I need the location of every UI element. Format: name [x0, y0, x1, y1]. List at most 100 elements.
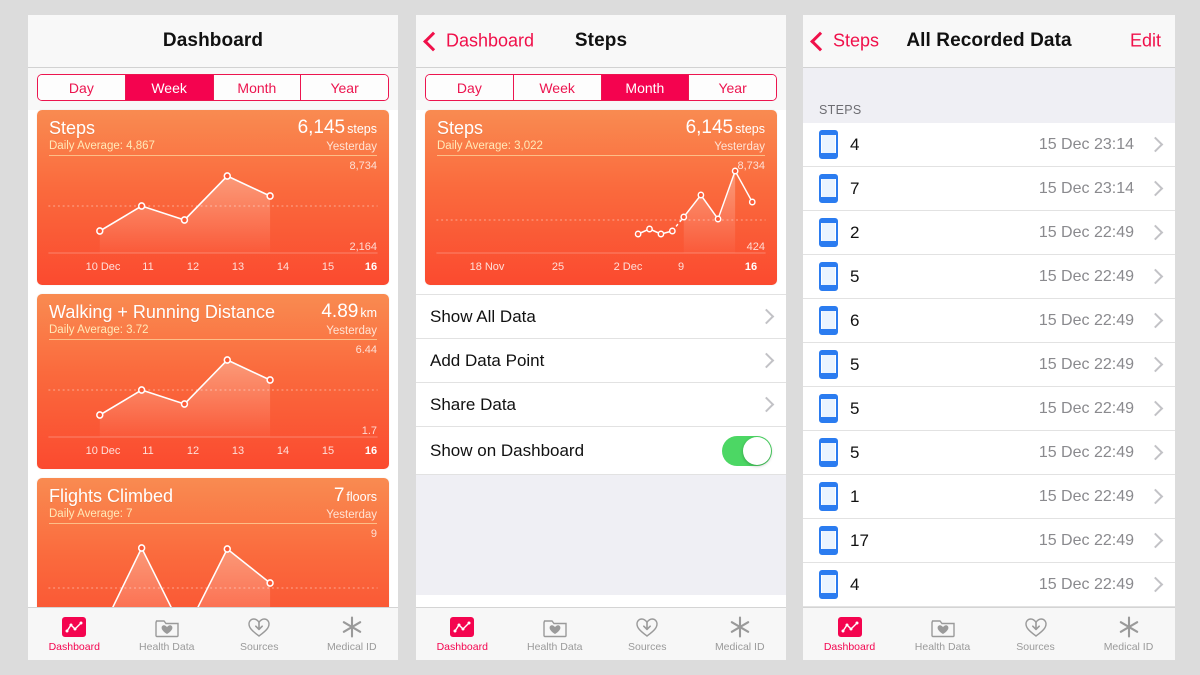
navigation-bar: Dashboard [28, 15, 398, 68]
card-walking-running-distance[interactable]: Walking + Running Distance Daily Average… [37, 294, 389, 469]
tab-sources[interactable]: Sources [989, 608, 1082, 660]
xtick-5: 15 [321, 445, 335, 457]
tab-health-data[interactable]: Health Data [896, 608, 989, 660]
card-when: Yesterday [714, 141, 765, 153]
card-summary: 4.89 km Yesterday [321, 302, 377, 339]
row-timestamp: 15 Dec 22:49 [1038, 267, 1134, 285]
xtick-0: 10 Dec [85, 445, 121, 457]
segment-year[interactable]: Year [689, 75, 776, 100]
chart-x-axis: 10 Dec 11 12 13 14 15 16 [37, 445, 389, 465]
table-row[interactable]: 7 15 Dec 23:14 [803, 167, 1175, 211]
tab-bar[interactable]: Dashboard Health Data Sources Medical ID [803, 607, 1175, 660]
table-row[interactable]: 4 15 Dec 22:49 [803, 563, 1175, 607]
back-button-label: Steps [833, 30, 880, 51]
tab-dashboard[interactable]: Dashboard [803, 608, 896, 660]
tab-dashboard[interactable]: Dashboard [28, 608, 121, 660]
row-share-data[interactable]: Share Data [416, 383, 786, 427]
folder-heart-icon [930, 615, 956, 639]
xtick-1: 11 [142, 445, 154, 457]
table-row[interactable]: 6 15 Dec 22:49 [803, 299, 1175, 343]
segment-day[interactable]: Day [38, 75, 126, 100]
card-divider [49, 523, 377, 524]
tab-bar[interactable]: Dashboard Health Data Sources Medical ID [416, 607, 786, 660]
tab-sources[interactable]: Sources [601, 608, 694, 660]
table-row[interactable]: 5 15 Dec 22:49 [803, 431, 1175, 475]
iphone-icon [819, 526, 838, 555]
xtick-3: 9 [677, 261, 685, 273]
tab-label: Medical ID [714, 641, 765, 653]
empty-area [416, 475, 786, 595]
iphone-icon [819, 174, 838, 203]
range-segmented-control[interactable]: Day Week Month Year [425, 74, 777, 101]
tab-bar[interactable]: Dashboard Health Data Sources Medical ID [28, 607, 398, 660]
card-unit: steps [347, 122, 377, 136]
tab-label: Dashboard [823, 641, 876, 653]
chevron-right-icon [758, 352, 775, 369]
tab-label: Health Data [527, 641, 583, 653]
row-value: 2 [850, 222, 860, 242]
tab-medical-id[interactable]: Medical ID [306, 608, 399, 660]
row-timestamp: 15 Dec 22:49 [1038, 355, 1134, 373]
card-steps-month[interactable]: Steps Daily Average: 3,022 6,145 steps Ye… [425, 110, 777, 285]
tab-health-data[interactable]: Health Data [121, 608, 214, 660]
row-label: Show on Dashboard [430, 440, 585, 460]
table-row[interactable]: 17 15 Dec 22:49 [803, 519, 1175, 563]
row-add-data-point[interactable]: Add Data Point [416, 339, 786, 383]
card-when: Yesterday [326, 509, 377, 521]
chart-ymax-label: 8,734 [349, 160, 377, 172]
star-of-life-icon [1117, 615, 1141, 639]
segment-day[interactable]: Day [426, 75, 514, 100]
xtick-5: 15 [321, 261, 335, 273]
table-row[interactable]: 1 15 Dec 22:49 [803, 475, 1175, 519]
table-row[interactable]: 5 15 Dec 22:49 [803, 387, 1175, 431]
row-show-on-dashboard[interactable]: Show on Dashboard [416, 427, 786, 475]
xtick-6: 16 [364, 261, 378, 273]
table-row[interactable]: 2 15 Dec 22:49 [803, 211, 1175, 255]
row-value: 5 [850, 266, 860, 286]
xtick-4: 14 [276, 261, 290, 273]
tab-medical-id[interactable]: Medical ID [1082, 608, 1175, 660]
iphone-icon [819, 394, 838, 423]
segment-month[interactable]: Month [213, 75, 302, 100]
tab-sources[interactable]: Sources [213, 608, 306, 660]
xtick-1: 11 [142, 261, 154, 273]
table-row[interactable]: 4 15 Dec 23:14 [803, 123, 1175, 167]
table-row[interactable]: 5 15 Dec 22:49 [803, 255, 1175, 299]
back-button[interactable]: Steps [810, 30, 880, 52]
row-timestamp: 15 Dec 22:49 [1038, 575, 1134, 593]
xtick-0: 10 Dec [85, 261, 121, 273]
row-show-all-data[interactable]: Show All Data [416, 294, 786, 339]
row-value: 5 [850, 398, 860, 418]
xtick-2: 2 Dec [613, 261, 643, 273]
tab-medical-id[interactable]: Medical ID [694, 608, 787, 660]
xtick-4: 14 [276, 445, 290, 457]
segment-week[interactable]: Week [125, 75, 214, 100]
chart-ymax-label: 6.44 [355, 344, 377, 356]
card-unit: km [360, 306, 377, 320]
chart-walking-running-week: 6.44 1.7 10 Dec 11 12 13 14 15 16 [37, 342, 389, 469]
edit-button[interactable]: Edit [1130, 31, 1161, 52]
row-label: Add Data Point [430, 350, 545, 370]
tab-dashboard[interactable]: Dashboard [416, 608, 509, 660]
tab-health-data[interactable]: Health Data [509, 608, 602, 660]
screenshot-stage: Dashboard Day Week Month Year Steps Dail… [0, 0, 1200, 675]
iphone-icon [819, 306, 838, 335]
range-segmented-control[interactable]: Day Week Month Year [37, 74, 389, 101]
chart-x-axis: 10 Dec 11 12 13 14 15 16 [37, 261, 389, 281]
phone-screen-steps-detail: Dashboard Steps Day Week Month Year Step… [416, 15, 786, 660]
chevron-left-icon [810, 31, 830, 51]
segment-year[interactable]: Year [301, 75, 388, 100]
page-title: Steps [574, 30, 628, 51]
segment-week[interactable]: Week [513, 75, 602, 100]
show-on-dashboard-toggle[interactable] [722, 435, 772, 466]
card-steps[interactable]: Steps Daily Average: 4,867 6,145 steps Ye… [37, 110, 389, 285]
segment-month[interactable]: Month [601, 75, 690, 100]
chevron-left-icon [423, 31, 443, 51]
chevron-right-icon [1147, 268, 1164, 285]
table-row[interactable]: 5 15 Dec 22:49 [803, 343, 1175, 387]
card-summary: 6,145 steps Yesterday [298, 118, 377, 155]
xtick-2: 12 [186, 445, 200, 457]
chevron-right-icon [758, 308, 775, 325]
back-button[interactable]: Dashboard [423, 31, 534, 52]
card-value-number: 7 [333, 485, 345, 506]
